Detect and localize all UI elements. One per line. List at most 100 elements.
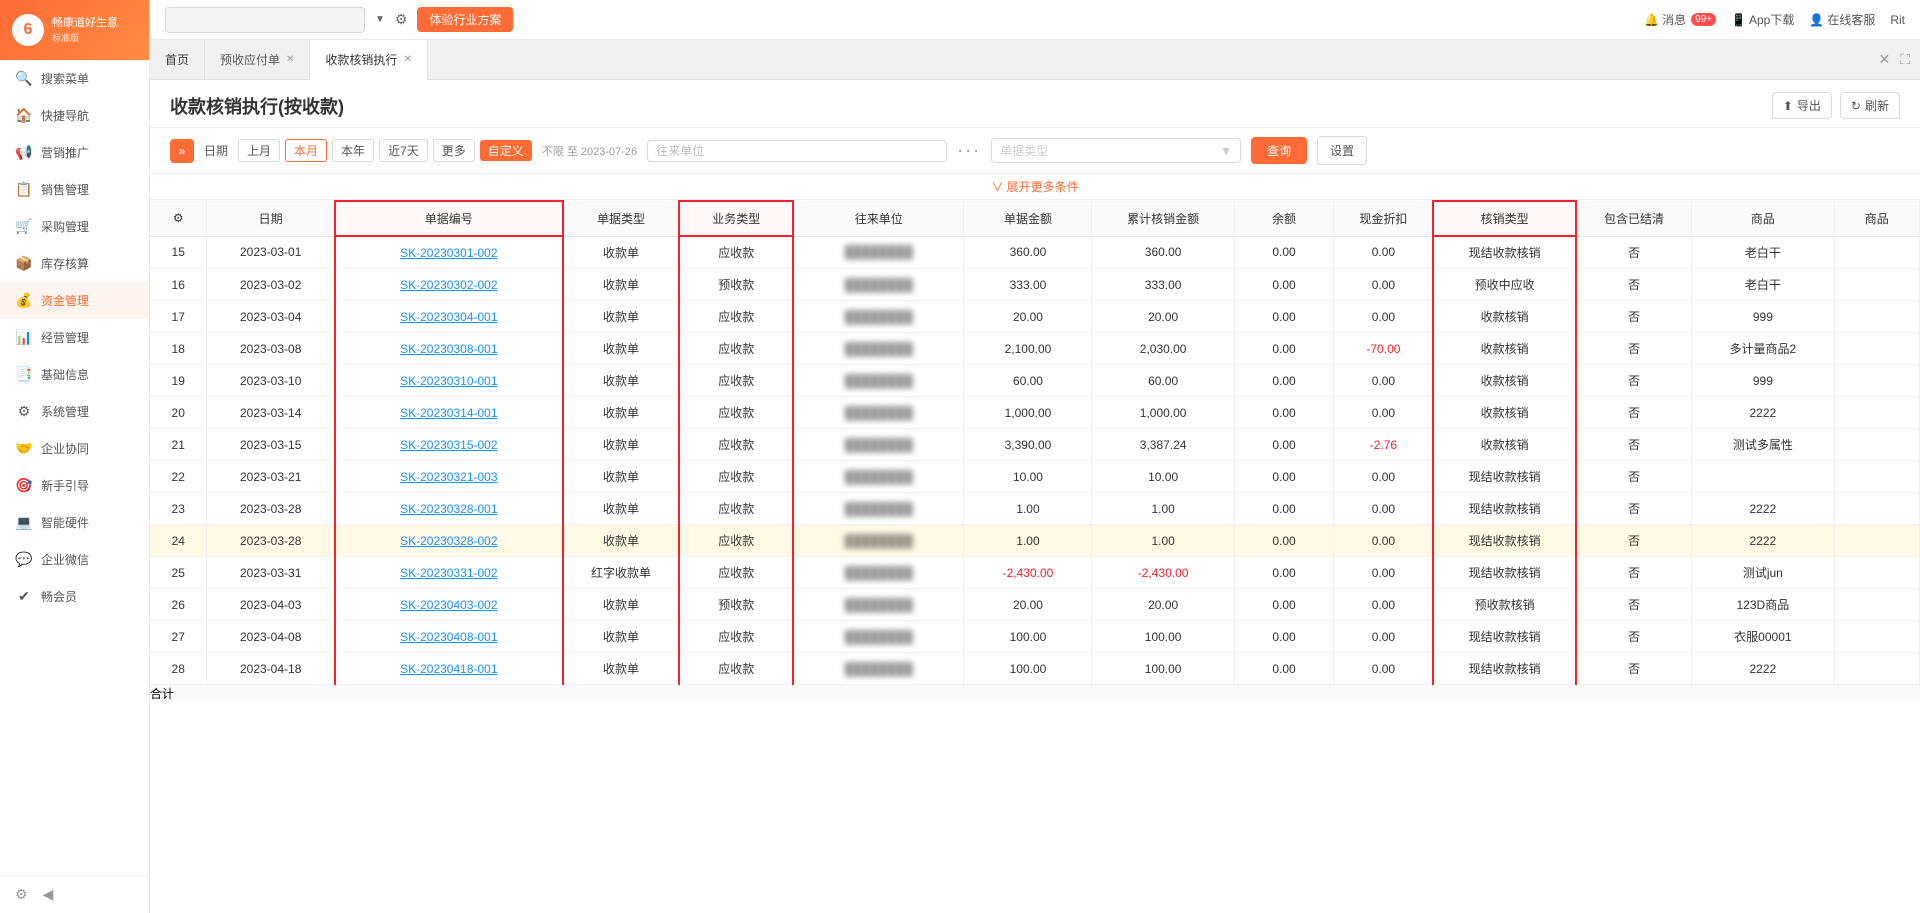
row-docno[interactable]: SK-20230314-001 [335, 397, 563, 429]
row-balance: 0.00 [1234, 236, 1334, 269]
topbar-gear-icon[interactable]: ⚙ [395, 11, 408, 28]
industry-solution-button[interactable]: 体验行业方案 [417, 7, 513, 32]
sidebar-item-operation[interactable]: 📊 经营管理 [0, 319, 149, 356]
export-button[interactable]: ⬆ 导出 [1772, 92, 1832, 119]
row-date: 2023-03-10 [207, 365, 335, 397]
sidebar-item-purchase[interactable]: 🛒 采购管理 [0, 208, 149, 245]
collapse-icon[interactable]: ◀ [43, 886, 54, 903]
tab-prepay[interactable]: 预收应付单 ✕ [205, 40, 310, 80]
expand-more-bar[interactable]: ∨ 展开更多条件 [150, 174, 1920, 200]
user-avatar[interactable]: Rit [1890, 13, 1905, 27]
topbar-dropdown-arrow[interactable]: ▼ [375, 14, 385, 25]
col-settings-icon[interactable]: ⚙ [150, 201, 207, 236]
row-settled: 否 [1576, 589, 1692, 621]
app-download-item[interactable]: 📱 App下载 [1731, 11, 1794, 28]
page-title: 收款核销执行(按收款) [170, 93, 344, 119]
row-docno[interactable]: SK-20230301-002 [335, 236, 563, 269]
row-date: 2023-03-01 [207, 236, 335, 269]
table-footer-row: 合计 [150, 685, 1920, 703]
row-docno[interactable]: SK-20230315-002 [335, 429, 563, 461]
row-balance: 0.00 [1234, 333, 1334, 365]
date-btn-this-month[interactable]: 本月 [285, 139, 327, 162]
row-docno[interactable]: SK-20230331-002 [335, 557, 563, 589]
row-discount: 0.00 [1334, 269, 1434, 301]
tab-prepay-close[interactable]: ✕ [286, 54, 294, 65]
sidebar-item-collab[interactable]: 🤝 企业协同 [0, 430, 149, 467]
row-date: 2023-03-31 [207, 557, 335, 589]
sidebar-item-system[interactable]: ⚙ 系统管理 [0, 393, 149, 430]
query-button[interactable]: 查询 [1251, 137, 1307, 164]
row-settled: 否 [1576, 236, 1692, 269]
row-balance: 0.00 [1234, 653, 1334, 685]
date-btn-7days[interactable]: 近7天 [379, 139, 428, 162]
col-docno-header: 单据编号 [335, 201, 563, 236]
tab-writeoff[interactable]: 收款核销执行 ✕ [310, 40, 427, 80]
sidebar-item-search[interactable]: 🔍 搜索菜单 [0, 60, 149, 97]
sidebar-item-member[interactable]: ✔ 畅会员 [0, 578, 149, 615]
row-date: 2023-03-15 [207, 429, 335, 461]
sidebar-item-nav[interactable]: 🏠 快捷导航 [0, 97, 149, 134]
cart-icon: 🛒 [15, 218, 33, 235]
doc-type-filter-select[interactable]: 单据类型 ▼ [991, 138, 1241, 163]
row-discount: 0.00 [1334, 653, 1434, 685]
sidebar-item-wechat[interactable]: 💬 企业微信 [0, 541, 149, 578]
tab-home[interactable]: 首页 [150, 40, 205, 80]
topbar-search-input[interactable] [165, 7, 365, 33]
row-amount: 10.00 [964, 461, 1092, 493]
sidebar-item-sales[interactable]: 📋 销售管理 [0, 171, 149, 208]
filter-settings-button[interactable]: 设置 [1317, 136, 1367, 165]
table-body: 152023-03-01SK-20230301-002收款单应收款███████… [150, 236, 1920, 685]
sidebar-item-capital[interactable]: 💰 资金管理 [0, 282, 149, 319]
tab-close-all-icon[interactable]: ✕ [1878, 51, 1890, 68]
row-goods2 [1834, 493, 1920, 525]
row-docno[interactable]: SK-20230321-003 [335, 461, 563, 493]
tab-expand-icon[interactable]: ⛶ [1900, 51, 1910, 68]
row-doctype: 收款单 [563, 653, 680, 685]
member-icon: ✔ [15, 588, 33, 605]
row-doctype: 收款单 [563, 589, 680, 621]
row-doctype: 收款单 [563, 525, 680, 557]
row-settled: 否 [1576, 301, 1692, 333]
row-docno[interactable]: SK-20230304-001 [335, 301, 563, 333]
date-btn-this-year[interactable]: 本年 [332, 139, 374, 162]
row-num: 16 [150, 269, 207, 301]
settings-bottom-icon[interactable]: ⚙ [15, 886, 28, 903]
sidebar-item-guide[interactable]: 🎯 新手引导 [0, 467, 149, 504]
row-docno[interactable]: SK-20230403-002 [335, 589, 563, 621]
date-btn-last-month[interactable]: 上月 [238, 139, 280, 162]
sidebar-item-hardware[interactable]: 💻 智能硬件 [0, 504, 149, 541]
sidebar-label-system: 系统管理 [41, 403, 89, 420]
row-goods2 [1834, 301, 1920, 333]
sidebar-item-inventory[interactable]: 📦 库存核算 [0, 245, 149, 282]
row-doctype: 收款单 [563, 269, 680, 301]
filter-more-dots[interactable]: ··· [957, 140, 981, 161]
row-partner: ████████ [793, 333, 964, 365]
partner-filter-input[interactable] [647, 140, 947, 162]
row-docno[interactable]: SK-20230328-002 [335, 525, 563, 557]
tab-writeoff-close[interactable]: ✕ [403, 54, 411, 65]
refresh-button[interactable]: ↻ 刷新 [1840, 92, 1900, 119]
row-writeoff-amount: 333.00 [1092, 269, 1234, 301]
row-doctype: 收款单 [563, 429, 680, 461]
row-docno[interactable]: SK-20230408-001 [335, 621, 563, 653]
row-partner: ████████ [793, 236, 964, 269]
row-doctype: 收款单 [563, 301, 680, 333]
row-docno[interactable]: SK-20230302-002 [335, 269, 563, 301]
row-docno[interactable]: SK-20230310-001 [335, 365, 563, 397]
row-goods [1692, 461, 1834, 493]
filter-toggle-button[interactable]: » [170, 139, 194, 163]
row-discount: 0.00 [1334, 301, 1434, 333]
row-docno[interactable]: SK-20230328-001 [335, 493, 563, 525]
row-docno[interactable]: SK-20230308-001 [335, 333, 563, 365]
col-date-header: 日期 [207, 201, 335, 236]
sidebar-item-marketing[interactable]: 📢 营销推广 [0, 134, 149, 171]
row-docno[interactable]: SK-20230418-001 [335, 653, 563, 685]
row-doctype: 收款单 [563, 621, 680, 653]
sidebar-item-basics[interactable]: 📑 基础信息 [0, 356, 149, 393]
notification-item[interactable]: 🔔 消息 99+ [1644, 11, 1716, 28]
table-row: 172023-03-04SK-20230304-001收款单应收款███████… [150, 301, 1920, 333]
date-custom-button[interactable]: 自定义 [480, 140, 532, 161]
date-btn-more[interactable]: 更多 [433, 139, 475, 162]
row-writeoff-type: 现结收款核销 [1433, 236, 1575, 269]
customer-service-item[interactable]: 👤 在线客服 [1809, 11, 1875, 28]
